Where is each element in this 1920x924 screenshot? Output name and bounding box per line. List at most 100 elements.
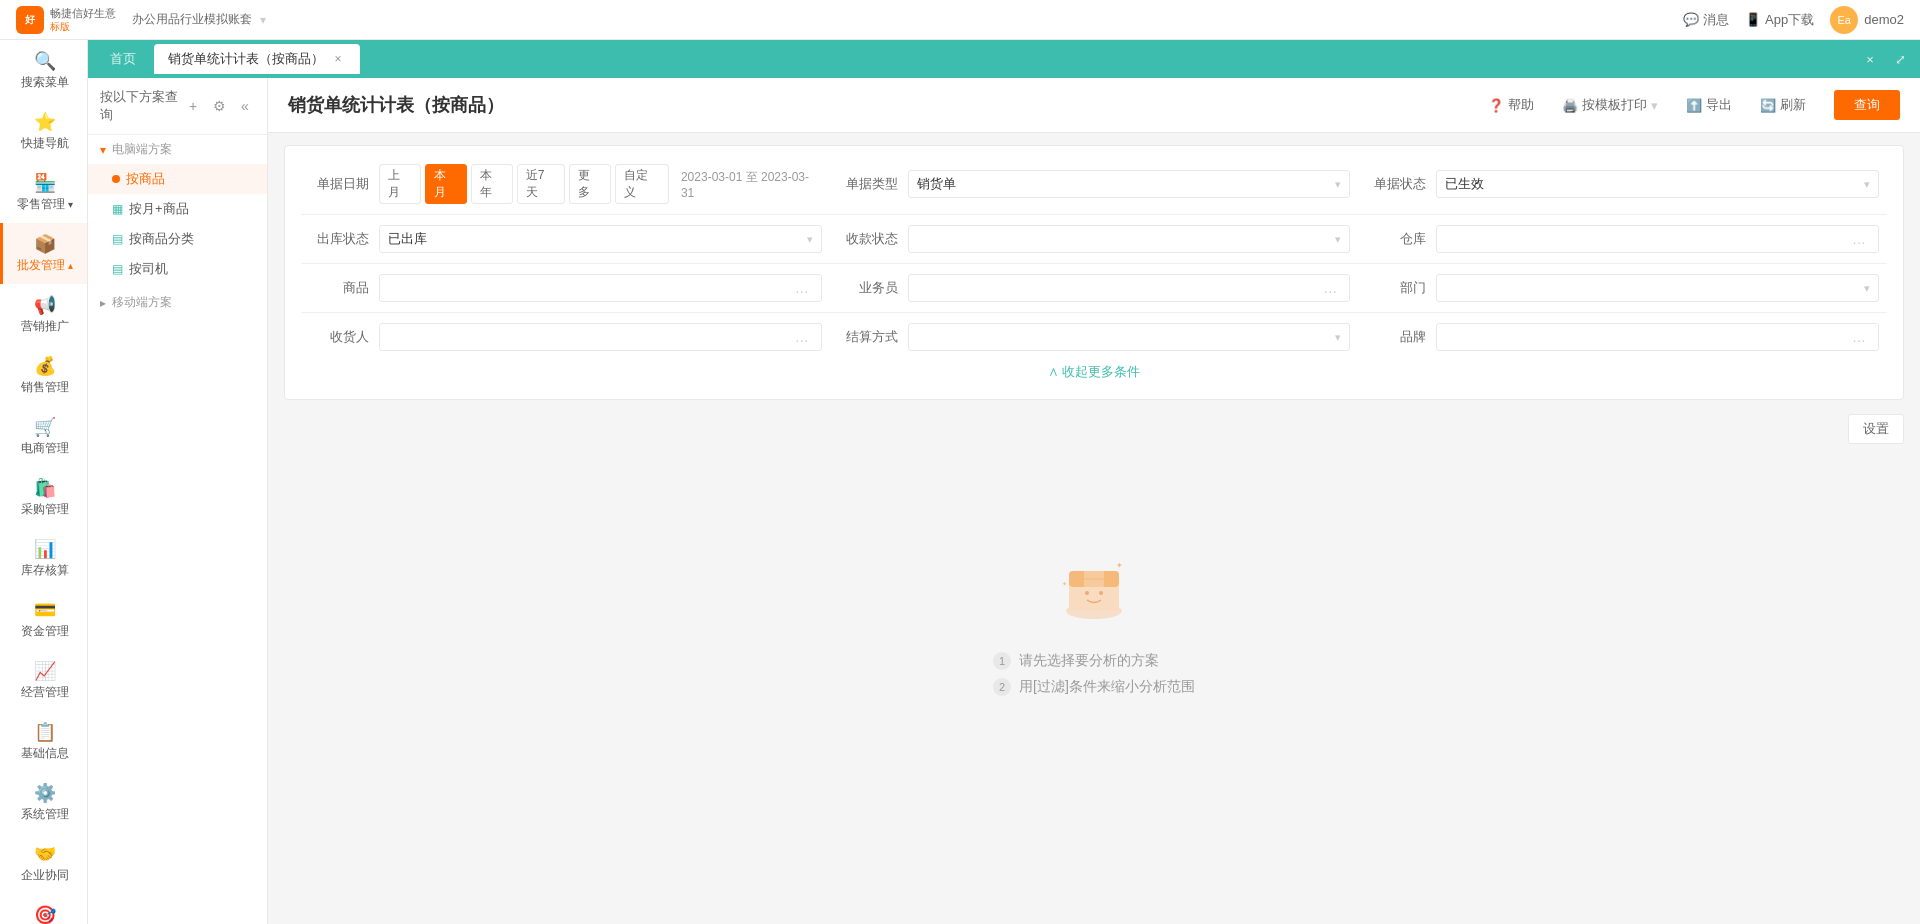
export-button[interactable]: ⬆️ 导出 (1678, 92, 1740, 118)
tab-close-button[interactable]: × (1858, 47, 1882, 71)
svg-text:✦: ✦ (1116, 561, 1123, 570)
sidebar-item-ecommerce[interactable]: 🛒 电商管理 (0, 406, 87, 467)
goods-select[interactable]: … (379, 274, 822, 302)
staff-select[interactable]: … (908, 274, 1351, 302)
user-menu[interactable]: Ea demo2 (1830, 6, 1904, 34)
refresh-button[interactable]: 🔄 刷新 (1752, 92, 1814, 118)
doc-status-select[interactable]: 已生效 ▾ (1436, 170, 1879, 198)
system-icon: ⚙️ (7, 782, 83, 804)
app-download-button[interactable]: 📱 App下载 (1745, 11, 1814, 29)
sidebar-item-guide[interactable]: 🎯 新手引导 (0, 894, 87, 924)
brand-label: 品牌 (1366, 328, 1436, 346)
sidebar-item-inventory[interactable]: 📊 库存核算 (0, 528, 87, 589)
goods-dots-icon[interactable]: … (791, 280, 813, 296)
tab-bar: 首页 销货单统计计表（按商品） × × ⤢ (88, 40, 1920, 78)
tree-item-by-category[interactable]: ▤ 按商品分类 (88, 224, 267, 254)
brand-select[interactable]: … (1436, 323, 1879, 351)
query-button[interactable]: 查询 (1834, 90, 1900, 120)
scheme-settings-button[interactable]: ⚙ (209, 96, 229, 116)
date-pill-last-month[interactable]: 上月 (379, 164, 421, 204)
dropdown-arrow-icon[interactable]: ▾ (260, 13, 266, 27)
wholesale-icon: 📦 (7, 233, 83, 255)
consignee-label: 收货人 (309, 328, 379, 346)
topbar-right: 💬 消息 📱 App下载 Ea demo2 (1683, 6, 1904, 34)
empty-step-2: 2 用[过滤]条件来缩小分析范围 (993, 678, 1195, 696)
brand-dots-icon[interactable]: … (1848, 329, 1870, 345)
collapse-filters-button[interactable]: ∧ 收起更多条件 (301, 357, 1887, 387)
tree-item-by-cashier[interactable]: ▤ 按司机 (88, 254, 267, 284)
sidebar-item-finance[interactable]: 💳 资金管理 (0, 589, 87, 650)
doc-type-select[interactable]: 销货单 ▾ (908, 170, 1351, 198)
staff-dots-icon[interactable]: … (1319, 280, 1341, 296)
out-status-select[interactable]: 已出库 ▾ (379, 225, 822, 253)
sidebar-item-sales[interactable]: 💰 销售管理 (0, 345, 87, 406)
tree-item-by-product[interactable]: 按商品 (88, 164, 267, 194)
guide-icon: 🎯 (7, 904, 83, 924)
tree-group-mobile[interactable]: ▸ 移动端方案 (88, 288, 267, 317)
sidebar-item-enterprise[interactable]: 🤝 企业协同 (0, 833, 87, 894)
sidebar-item-retail[interactable]: 🏪 零售管理 ▾ (0, 162, 87, 223)
date-options: 上月 本月 本年 近7天 更多 自定义 2023-03-01 至 2023-03… (379, 164, 822, 204)
tab-bar-right: × ⤢ (1858, 47, 1912, 71)
empty-state: ✦ ✦ 1 请先选择要分析的方案 2 用[过滤]条件来缩小分析范围 (284, 456, 1904, 784)
chevron-up-icon: ▴ (68, 260, 73, 271)
date-pill-custom[interactable]: 自定义 (615, 164, 669, 204)
sidebar-item-purchase[interactable]: 🛍️ 采购管理 (0, 467, 87, 528)
sidebar-item-operations[interactable]: 📈 经营管理 (0, 650, 87, 711)
page-actions: ❓ 帮助 🖨️ 按模板打印 ▾ ⬆️ 导出 (1480, 90, 1900, 120)
divider-1 (301, 214, 1887, 215)
print-icon: 🖨️ (1562, 98, 1578, 113)
topbar-left: 好 畅捷信好生意 标版 办公用品行业模拟账套 ▾ (16, 6, 266, 34)
help-button[interactable]: ❓ 帮助 (1480, 92, 1542, 118)
payment-select[interactable]: ▾ (908, 323, 1351, 351)
empty-steps: 1 请先选择要分析的方案 2 用[过滤]条件来缩小分析范围 (993, 652, 1195, 704)
sidebar-item-marketing[interactable]: 📢 营销推广 (0, 284, 87, 345)
payment-label: 结算方式 (838, 328, 908, 346)
settings-button[interactable]: 设置 (1848, 414, 1904, 444)
finance-icon: 💳 (7, 599, 83, 621)
tab-expand-button[interactable]: ⤢ (1888, 47, 1912, 71)
date-pill-this-year[interactable]: 本年 (471, 164, 513, 204)
table-icon-cashier: ▤ (112, 262, 123, 276)
sidebar-item-wholesale[interactable]: 📦 批发管理 ▴ (0, 223, 87, 284)
panel-header-actions: + ⚙ « (183, 96, 255, 116)
filter-cell-doc-type: 单据类型 销货单 ▾ (830, 164, 1359, 204)
date-pill-more[interactable]: 更多 (569, 164, 611, 204)
sidebar-item-quick-nav[interactable]: ⭐ 快捷导航 (0, 101, 87, 162)
filter-cell-doc-status: 单据状态 已生效 ▾ (1358, 164, 1887, 204)
sidebar-item-basic-info[interactable]: 📋 基础信息 (0, 711, 87, 772)
receipt-status-select[interactable]: ▾ (908, 225, 1351, 253)
warehouse-dots-icon[interactable]: … (1848, 231, 1870, 247)
logo-area: 好 畅捷信好生意 标版 (16, 6, 116, 34)
collapse-panel-button[interactable]: « (235, 96, 255, 116)
date-pill-this-month[interactable]: 本月 (425, 164, 467, 204)
filter-row-2: 出库状态 已出库 ▾ 收款状态 (301, 219, 1887, 259)
filter-box: 单据日期 上月 本月 本年 近7天 更多 自定义 2023-03-01 至 20… (284, 145, 1904, 400)
filter-cell-dept: 部门 ▾ (1358, 268, 1887, 308)
tab-active[interactable]: 销货单统计计表（按商品） × (154, 44, 360, 74)
tab-home[interactable]: 首页 (96, 44, 150, 74)
page-title: 销货单统计计表（按商品） (288, 93, 504, 117)
table-icon-category: ▤ (112, 232, 123, 246)
left-panel: 按以下方案查询 + ⚙ « ▾ 电脑端方案 按商品 (88, 78, 268, 924)
tab-close-icon[interactable]: × (330, 51, 346, 67)
consignee-dots-icon[interactable]: … (791, 329, 813, 345)
consignee-select[interactable]: … (379, 323, 822, 351)
date-pill-7days[interactable]: 近7天 (517, 164, 566, 204)
sidebar-item-system[interactable]: ⚙️ 系统管理 (0, 772, 87, 833)
staff-label: 业务员 (838, 279, 908, 297)
message-button[interactable]: 💬 消息 (1683, 11, 1729, 29)
date-range-text: 2023-03-01 至 2023-03-31 (681, 169, 822, 200)
tree-group-pc[interactable]: ▾ 电脑端方案 (88, 135, 267, 164)
dept-select[interactable]: ▾ (1436, 274, 1879, 302)
add-scheme-button[interactable]: + (183, 96, 203, 116)
warehouse-select[interactable]: … (1436, 225, 1879, 253)
print-button[interactable]: 🖨️ 按模板打印 ▾ (1554, 92, 1666, 118)
receipt-status-arrow-icon: ▾ (1335, 233, 1341, 246)
filter-cell-payment: 结算方式 ▾ (830, 317, 1359, 357)
help-icon: ❓ (1488, 98, 1504, 113)
sidebar-item-search-menu[interactable]: 🔍 搜索菜单 (0, 40, 87, 101)
warehouse-label: 仓库 (1366, 230, 1436, 248)
expand-icon: ⤢ (1895, 52, 1906, 67)
tree-item-by-month-product[interactable]: ▦ 按月+商品 (88, 194, 267, 224)
